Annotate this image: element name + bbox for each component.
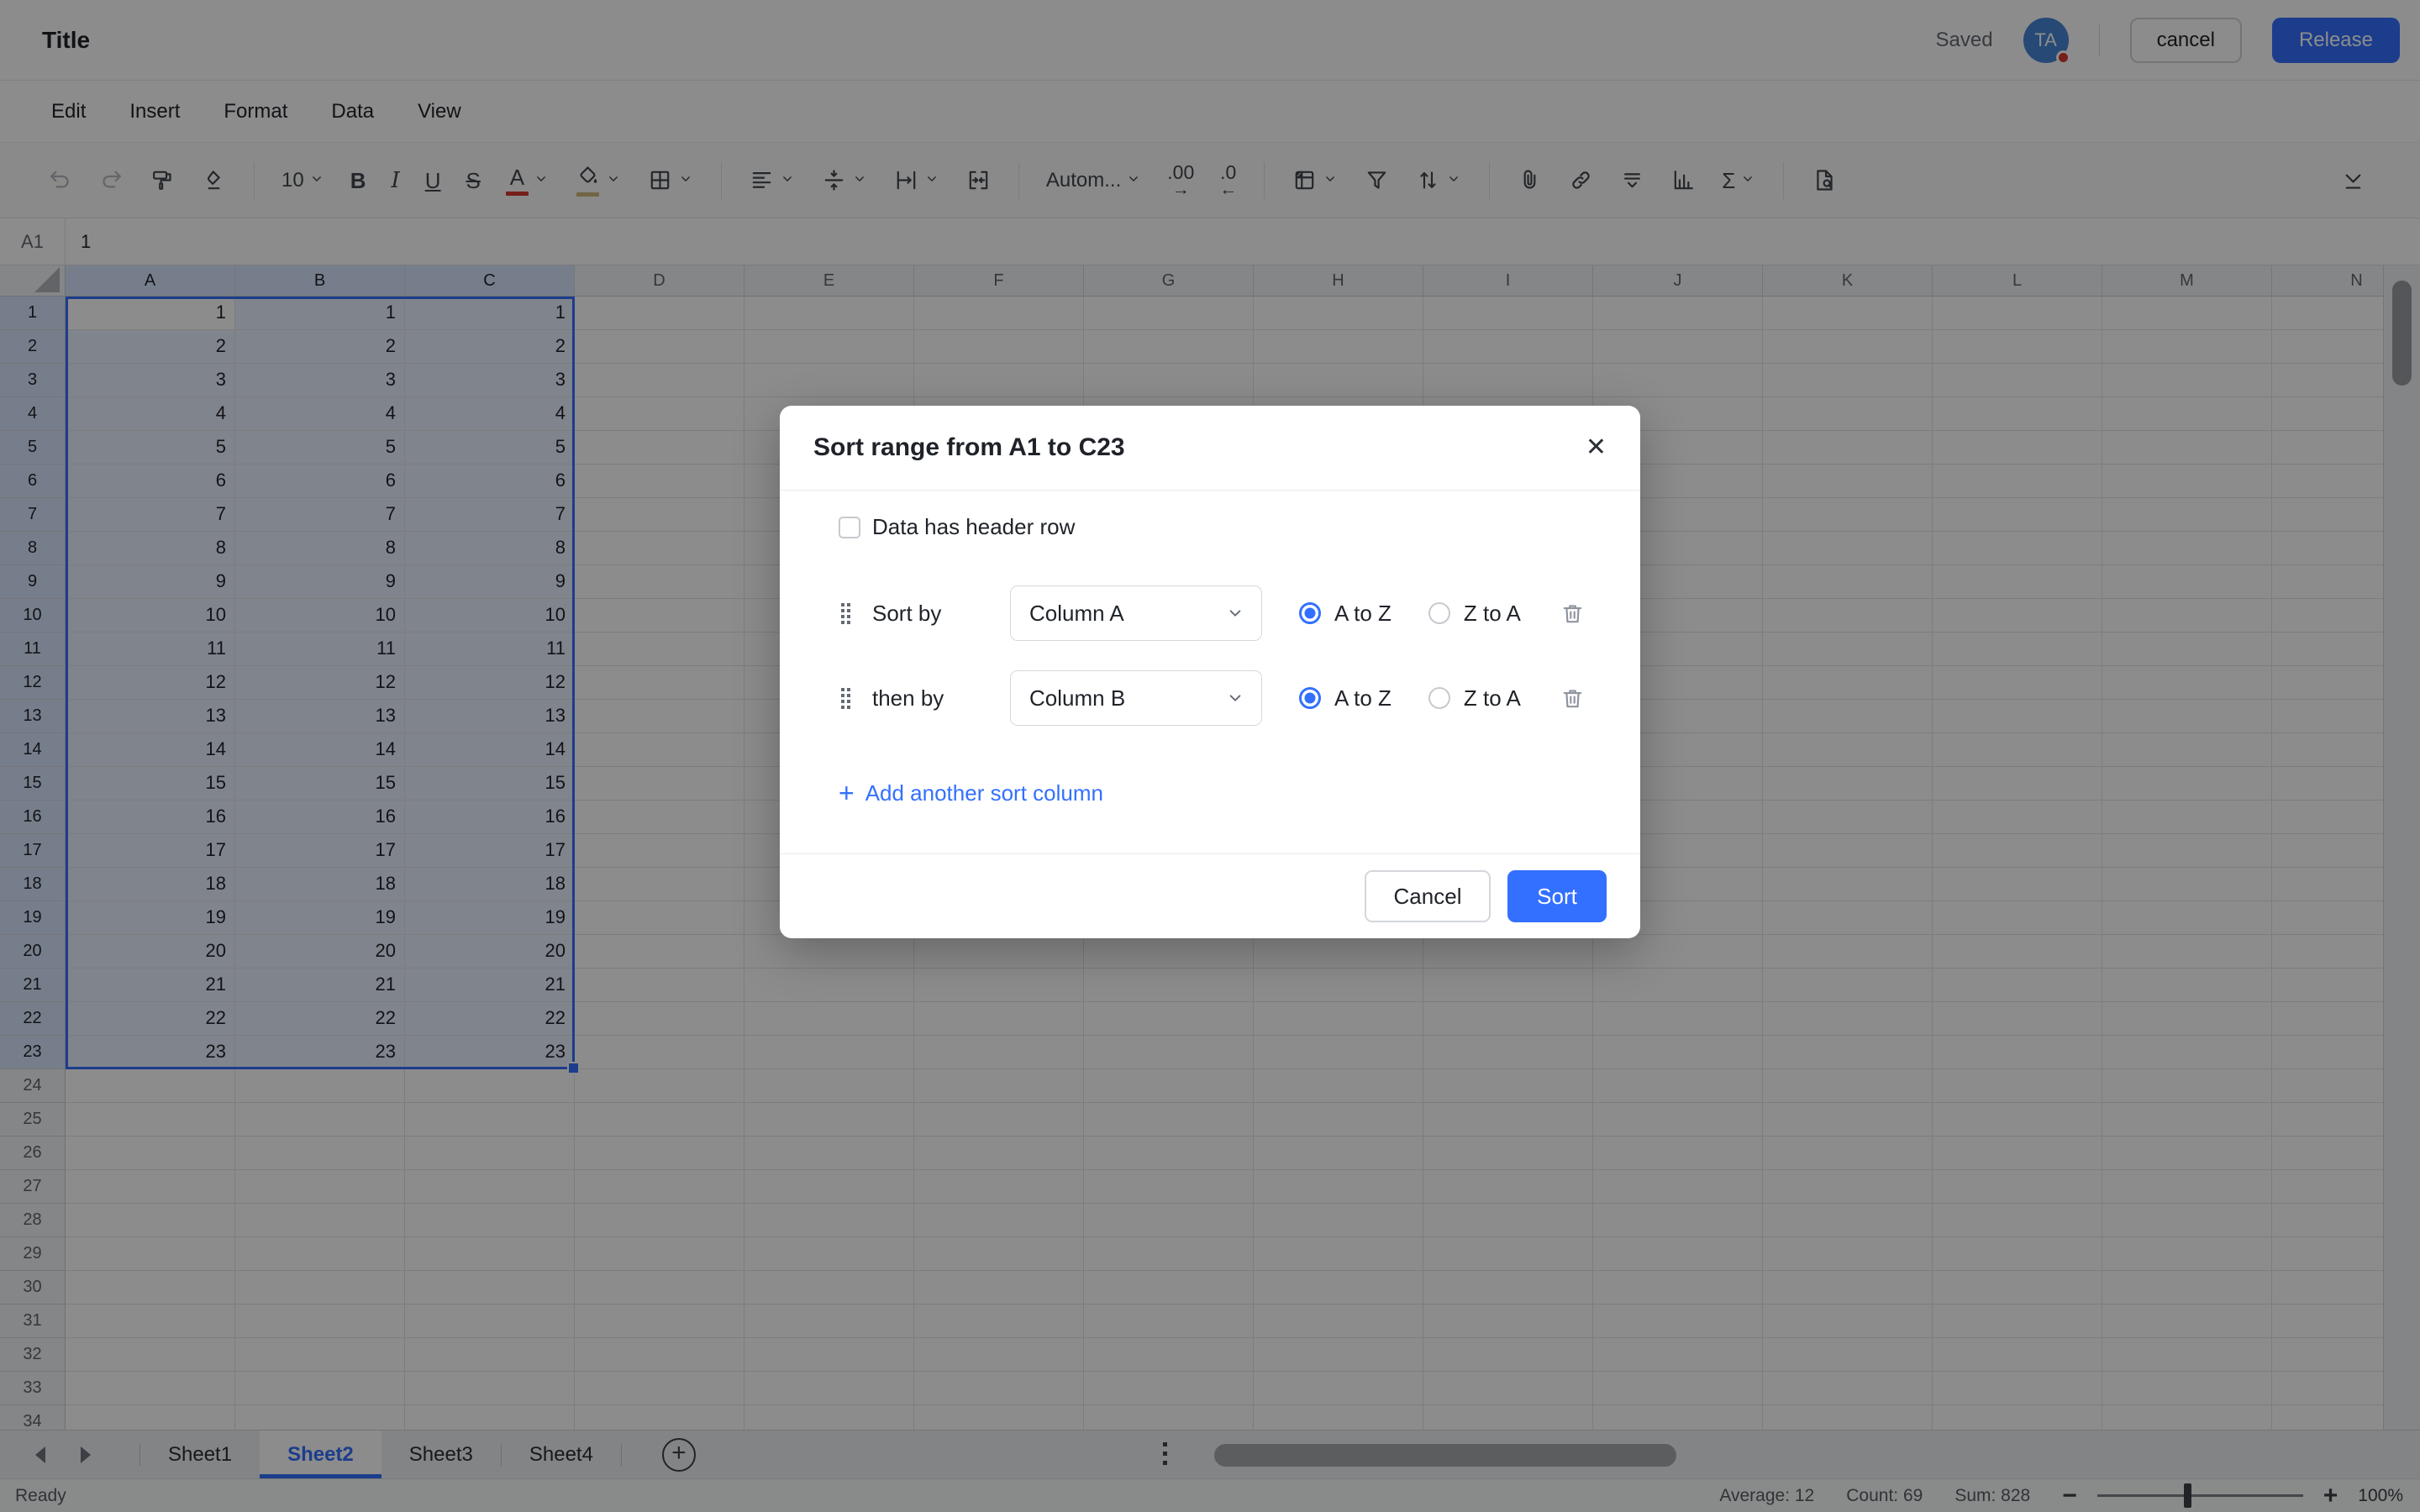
- delete-sort-rule-button[interactable]: [1560, 601, 1586, 627]
- chevron-down-icon: [1224, 687, 1246, 709]
- trash-icon: [1560, 685, 1586, 711]
- radio-icon[interactable]: [1428, 602, 1450, 624]
- sort-order-option[interactable]: Z to A: [1428, 601, 1521, 627]
- chevron-down-icon: [1224, 602, 1246, 624]
- trash-icon: [1560, 601, 1586, 627]
- sort-row-label: Sort by: [872, 600, 942, 626]
- radio-icon[interactable]: [1428, 687, 1450, 709]
- close-icon[interactable]: ✕: [1586, 435, 1607, 460]
- header-row-checkbox[interactable]: [839, 516, 860, 538]
- sort-order-label: Z to A: [1463, 685, 1521, 711]
- column-select[interactable]: Column B: [1010, 670, 1262, 726]
- add-sort-column-button[interactable]: + Add another sort column: [839, 780, 1103, 806]
- column-select-value: Column A: [1029, 600, 1124, 626]
- radio-selected-icon[interactable]: [1299, 687, 1321, 709]
- add-sort-column-label: Add another sort column: [865, 780, 1103, 806]
- header-row-label: Data has header row: [872, 514, 1076, 539]
- sort-order-option[interactable]: Z to A: [1428, 685, 1521, 711]
- sort-order-label: Z to A: [1463, 600, 1521, 626]
- header-row-option: Data has header row: [839, 514, 1640, 540]
- sort-rule-row: Sort by Column A A to Z Z to A: [841, 585, 1640, 641]
- drag-handle-icon[interactable]: [841, 687, 850, 709]
- sort-range-dialog: Sort range from A1 to C23 ✕ Data has hea…: [780, 406, 1640, 938]
- dialog-cancel-button[interactable]: Cancel: [1365, 870, 1491, 922]
- dialog-footer: Cancel Sort: [780, 853, 1640, 938]
- column-select-value: Column B: [1029, 685, 1126, 711]
- sort-order-label: A to Z: [1334, 600, 1392, 626]
- sort-order-label: A to Z: [1334, 685, 1392, 711]
- sort-row-label: then by: [872, 685, 944, 711]
- sort-rule-row: then by Column B A to Z Z to A: [841, 670, 1640, 726]
- delete-sort-rule-button[interactable]: [1560, 685, 1586, 711]
- dialog-title: Sort range from A1 to C23: [813, 433, 1125, 461]
- dialog-header: Sort range from A1 to C23 ✕: [780, 406, 1640, 491]
- sort-order-option[interactable]: A to Z: [1299, 601, 1392, 627]
- sort-order-option[interactable]: A to Z: [1299, 685, 1392, 711]
- sort-rules: Sort by Column A A to Z Z to A then by Column…: [780, 585, 1640, 726]
- column-select[interactable]: Column A: [1010, 585, 1262, 641]
- drag-handle-icon[interactable]: [841, 602, 850, 624]
- plus-icon: +: [839, 778, 855, 808]
- dialog-sort-button[interactable]: Sort: [1507, 870, 1607, 922]
- radio-selected-icon[interactable]: [1299, 602, 1321, 624]
- spreadsheet-app: Title Saved TA cancel Release Edit Insert…: [0, 0, 2420, 1512]
